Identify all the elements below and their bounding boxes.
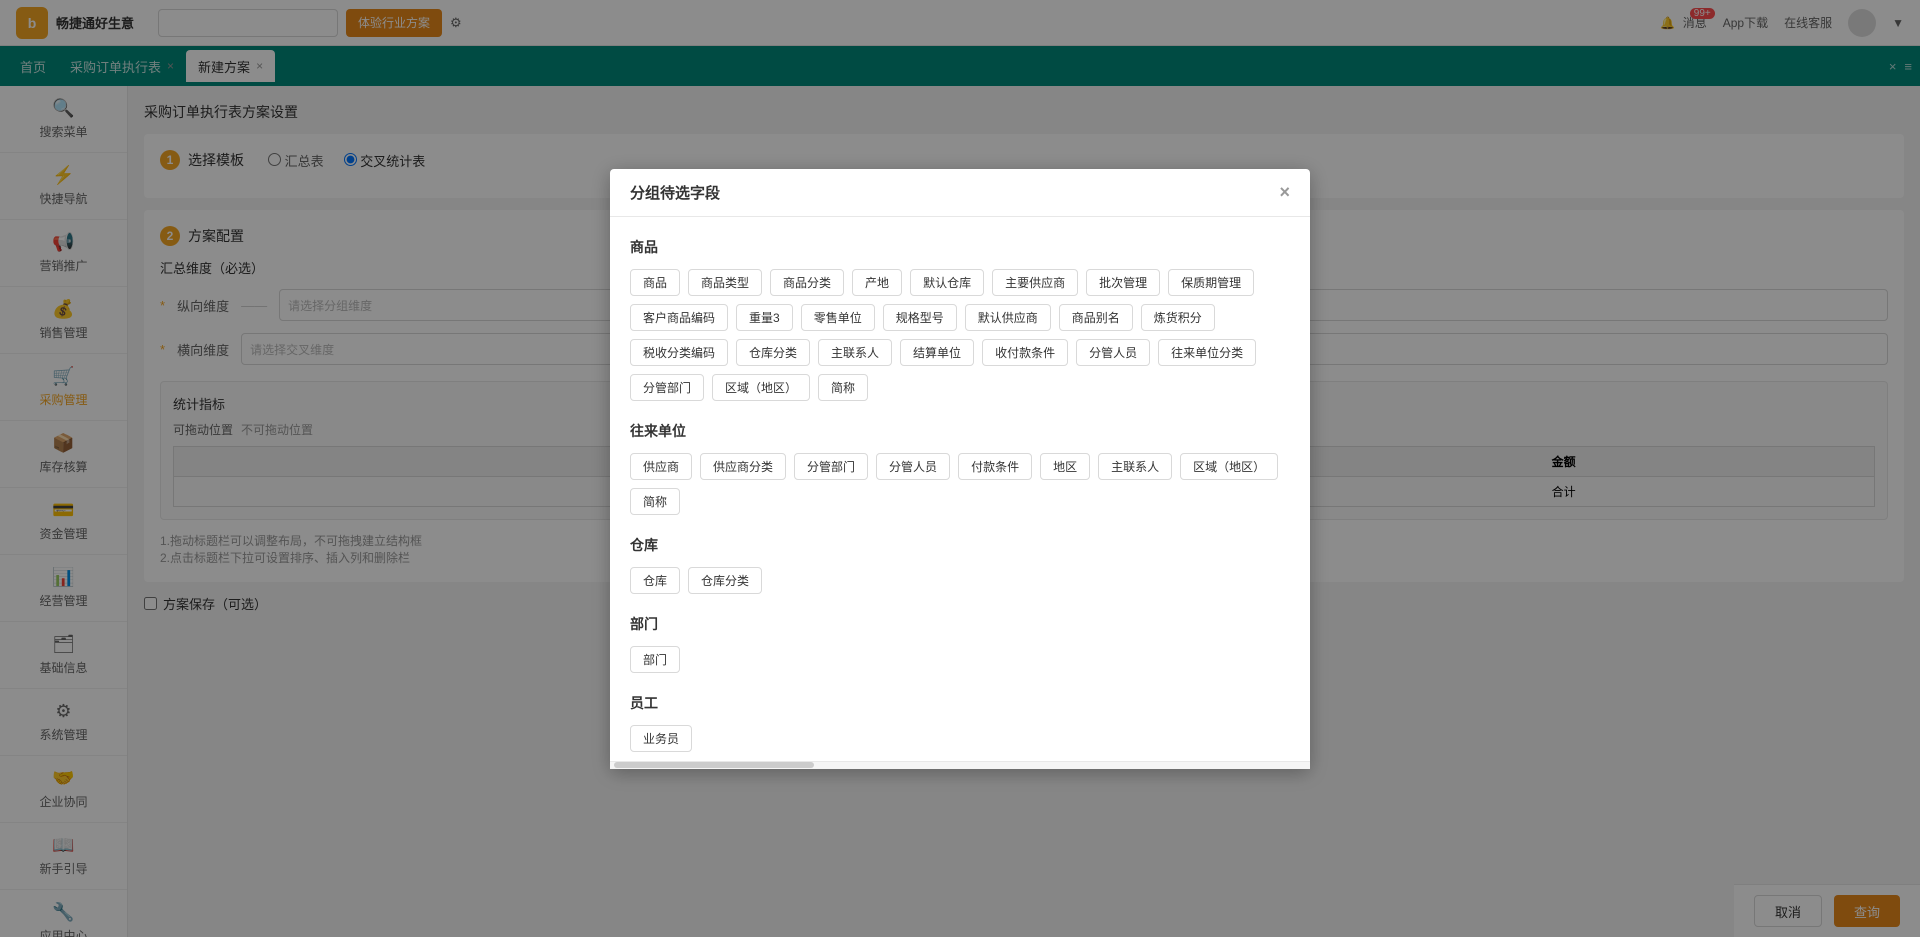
field-tags-4: 业务员: [630, 725, 1290, 752]
field-tag-0-5[interactable]: 主要供应商: [992, 269, 1078, 296]
field-tag-0-20[interactable]: 分管人员: [1076, 339, 1150, 366]
field-tag-0-18[interactable]: 结算单位: [900, 339, 974, 366]
field-tag-1-4[interactable]: 付款条件: [958, 453, 1032, 480]
modal-scrollbar: [610, 761, 1310, 769]
field-tag-0-23[interactable]: 区域（地区）: [712, 374, 810, 401]
field-tag-1-2[interactable]: 分管部门: [794, 453, 868, 480]
field-tag-0-9[interactable]: 重量3: [736, 304, 793, 331]
field-section-title-4: 员工: [630, 693, 1290, 713]
field-section-title-2: 仓库: [630, 535, 1290, 555]
field-tag-1-6[interactable]: 主联系人: [1098, 453, 1172, 480]
field-tag-0-13[interactable]: 商品别名: [1059, 304, 1133, 331]
field-tags-2: 仓库仓库分类: [630, 567, 1290, 594]
field-tag-0-2[interactable]: 商品分类: [770, 269, 844, 296]
field-tag-1-3[interactable]: 分管人员: [876, 453, 950, 480]
modal-body: 商品商品商品类型商品分类产地默认仓库主要供应商批次管理保质期管理客户商品编码重量…: [610, 217, 1310, 761]
field-section-3: 部门部门: [630, 614, 1290, 673]
modal-scrollbar-thumb[interactable]: [614, 762, 814, 768]
field-tag-0-21[interactable]: 往来单位分类: [1158, 339, 1256, 366]
field-tag-0-8[interactable]: 客户商品编码: [630, 304, 728, 331]
modal-overlay: 分组待选字段 × 商品商品商品类型商品分类产地默认仓库主要供应商批次管理保质期管…: [0, 0, 1920, 937]
field-tag-2-1[interactable]: 仓库分类: [688, 567, 762, 594]
field-tag-0-22[interactable]: 分管部门: [630, 374, 704, 401]
field-tag-1-8[interactable]: 简称: [630, 488, 680, 515]
field-tag-0-10[interactable]: 零售单位: [801, 304, 875, 331]
field-section-0: 商品商品商品类型商品分类产地默认仓库主要供应商批次管理保质期管理客户商品编码重量…: [630, 237, 1290, 401]
field-tag-2-0[interactable]: 仓库: [630, 567, 680, 594]
field-section-title-0: 商品: [630, 237, 1290, 257]
field-tag-3-0[interactable]: 部门: [630, 646, 680, 673]
field-tag-0-17[interactable]: 主联系人: [818, 339, 892, 366]
field-tag-0-7[interactable]: 保质期管理: [1168, 269, 1254, 296]
field-tag-0-3[interactable]: 产地: [852, 269, 902, 296]
modal-header: 分组待选字段 ×: [610, 169, 1310, 217]
field-tag-1-7[interactable]: 区域（地区）: [1180, 453, 1278, 480]
field-tag-0-6[interactable]: 批次管理: [1086, 269, 1160, 296]
field-section-1: 往来单位供应商供应商分类分管部门分管人员付款条件地区主联系人区域（地区） 简称: [630, 421, 1290, 515]
field-section-4: 员工业务员: [630, 693, 1290, 752]
field-tags-1: 供应商供应商分类分管部门分管人员付款条件地区主联系人区域（地区） 简称: [630, 453, 1290, 515]
field-tag-0-11[interactable]: 规格型号: [883, 304, 957, 331]
field-tag-4-0[interactable]: 业务员: [630, 725, 692, 752]
field-section-title-1: 往来单位: [630, 421, 1290, 441]
field-tag-0-1[interactable]: 商品类型: [688, 269, 762, 296]
field-tag-0-14[interactable]: 炼货积分: [1141, 304, 1215, 331]
field-tag-1-0[interactable]: 供应商: [630, 453, 692, 480]
field-tag-0-0[interactable]: 商品: [630, 269, 680, 296]
field-tag-0-16[interactable]: 仓库分类: [736, 339, 810, 366]
field-tag-1-5[interactable]: 地区: [1040, 453, 1090, 480]
modal-close-icon[interactable]: ×: [1279, 182, 1290, 203]
field-tags-3: 部门: [630, 646, 1290, 673]
modal-title: 分组待选字段: [630, 182, 720, 203]
field-selection-modal: 分组待选字段 × 商品商品商品类型商品分类产地默认仓库主要供应商批次管理保质期管…: [610, 169, 1310, 769]
field-section-title-3: 部门: [630, 614, 1290, 634]
field-tag-1-1[interactable]: 供应商分类: [700, 453, 786, 480]
field-section-2: 仓库仓库仓库分类: [630, 535, 1290, 594]
field-tag-0-12[interactable]: 默认供应商: [965, 304, 1051, 331]
field-tags-0: 商品商品类型商品分类产地默认仓库主要供应商批次管理保质期管理客户商品编码重量3 零…: [630, 269, 1290, 401]
field-tag-0-4[interactable]: 默认仓库: [910, 269, 984, 296]
field-tag-0-19[interactable]: 收付款条件: [982, 339, 1068, 366]
field-tag-0-15[interactable]: 税收分类编码: [630, 339, 728, 366]
field-tag-0-24[interactable]: 简称: [818, 374, 868, 401]
